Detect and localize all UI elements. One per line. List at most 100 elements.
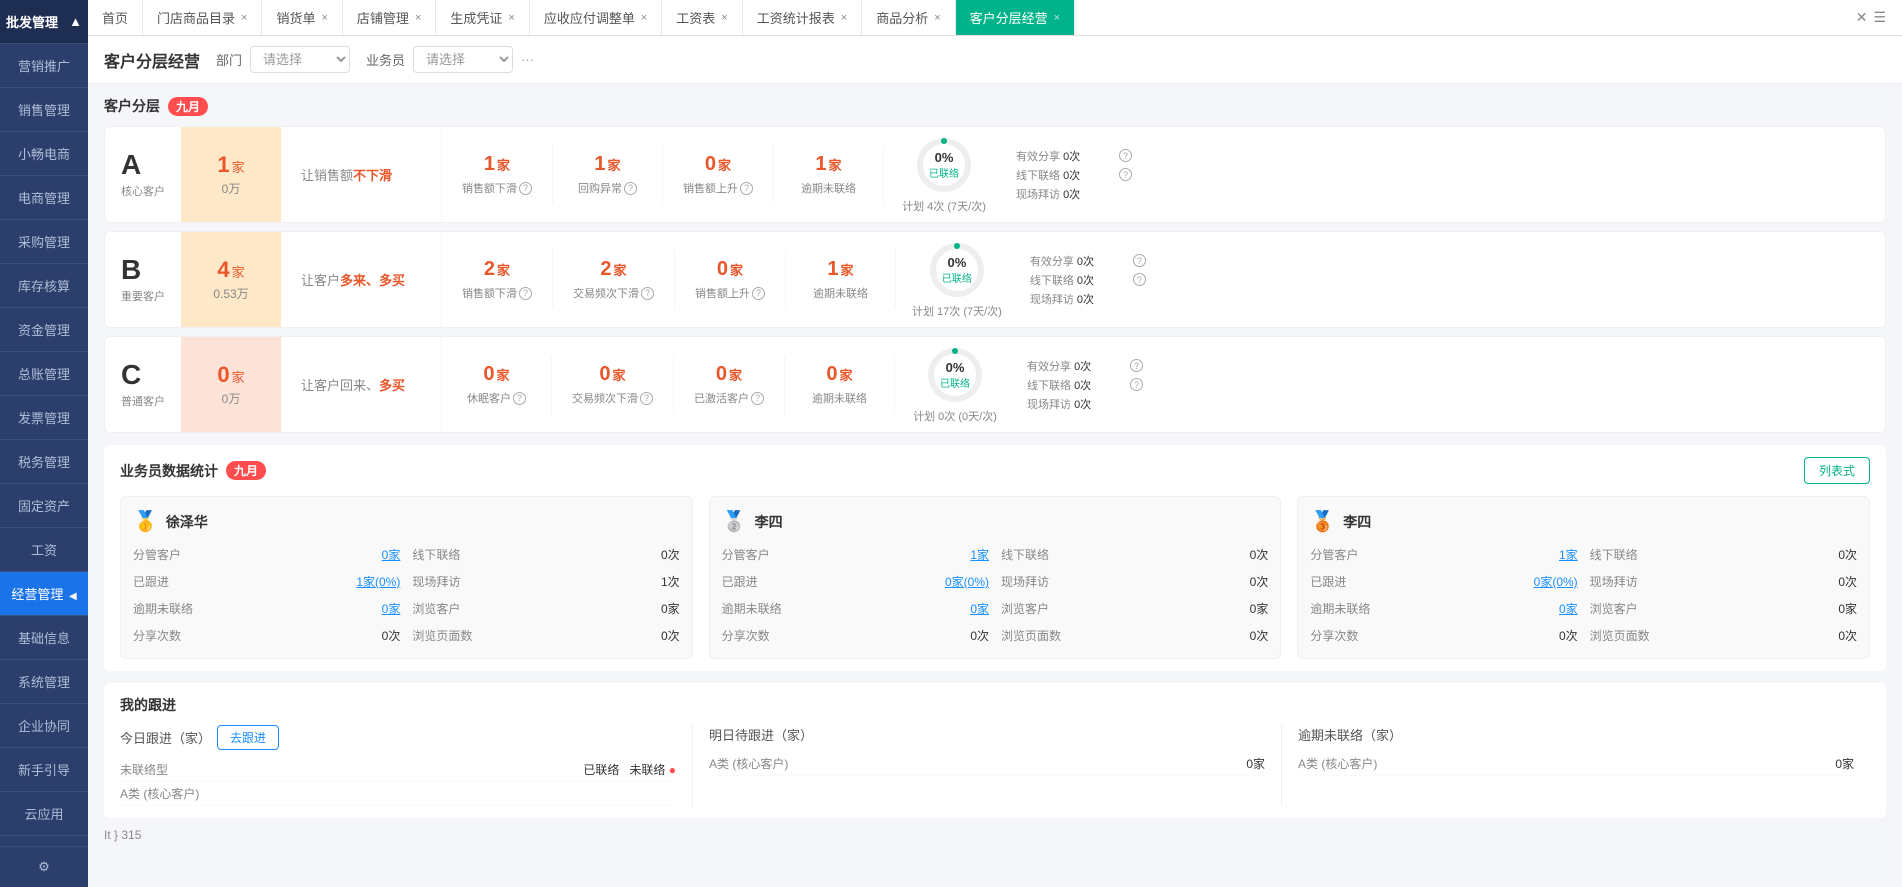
info-icon[interactable]: ? [751, 392, 764, 405]
tab-close-icon[interactable]: × [508, 12, 514, 24]
tab-store-products[interactable]: 门店商品目录 × [143, 0, 262, 35]
content-header: 客户分层经营 部门 请选择 业务员 请选择 ··· [88, 36, 1902, 84]
tab-actions: ✕ ☰ [1848, 9, 1894, 26]
tab-close-icon[interactable]: × [641, 12, 647, 24]
followup-col-tomorrow: 明日待跟进（家） A类 (核心客户) 0家 [693, 725, 1282, 806]
sidebar-item-finance[interactable]: 资金管理 [0, 308, 88, 352]
sidebar-item-guide[interactable]: 新手引导 [0, 748, 88, 792]
sidebar-item-purchase[interactable]: 采购管理 [0, 220, 88, 264]
biz-stats-header: 业务员数据统计 九月 列表式 [120, 457, 1870, 484]
info-icon[interactable]: ? [752, 287, 765, 300]
info-icon[interactable]: ? [519, 182, 532, 195]
dept-label: 部门 [216, 50, 242, 69]
sidebar-item-ecom[interactable]: 电商管理 [0, 176, 88, 220]
settings-icon[interactable]: ⚙ [38, 859, 50, 874]
info-icon[interactable]: ? [1130, 378, 1143, 391]
info-icon[interactable]: ? [1119, 168, 1132, 181]
sidebar-item-system[interactable]: 系统管理 [0, 660, 88, 704]
content-body: 客户分层 九月 A 核心客户 1 家 0万 让销售额 不下 [88, 84, 1902, 887]
tier-a-stat-3: 0家 销售额上升? [663, 145, 774, 204]
tab-ap-adjust[interactable]: 应收应付调整单 × [530, 0, 662, 35]
sidebar-arrow-icon: ◀ [69, 591, 77, 602]
info-icon[interactable]: ? [1133, 273, 1146, 286]
sidebar-item-marketing[interactable]: 营销推广 [0, 44, 88, 88]
sidebar-item-ecom-small[interactable]: 小畅电商 [0, 132, 88, 176]
tab-store-mgmt[interactable]: 店铺管理 × [343, 0, 436, 35]
filter-more-icon[interactable]: ··· [521, 52, 534, 67]
tab-bar: 首页 门店商品目录 × 销货单 × 店铺管理 × 生成凭证 × 应收应付调整单 … [88, 0, 1902, 36]
sidebar-item-operations[interactable]: 经营管理 ◀ [0, 572, 88, 616]
tab-customer-tier[interactable]: 客户分层经营 × [956, 0, 1075, 35]
info-icon[interactable]: ? [1133, 254, 1146, 267]
tier-b-stats: 2家 销售额下滑? 2家 交易频次下滑? 0家 销售额上升? 1家 逾期未联络 [441, 232, 1885, 327]
medal-gold-icon: 🥇 [133, 509, 158, 534]
followup-section: 我的跟进 今日跟进（家） 去跟进 未联络型 已联络 未联络 ● A类 (核心客户… [104, 683, 1886, 818]
tab-close-icon[interactable]: × [415, 12, 421, 24]
sidebar-item-inventory[interactable]: 库存核算 [0, 264, 88, 308]
tier-c-stat-2: 0家 交易频次下滑? [552, 355, 674, 414]
sidebar-item-basic-info[interactable]: 基础信息 [0, 616, 88, 660]
info-icon[interactable]: ? [641, 287, 654, 300]
tier-c-count-box: 0 家 0万 [181, 337, 281, 432]
tier-a-slogan: 让销售额 不下滑 [281, 127, 441, 222]
sidebar-top[interactable]: 批发管理 ▲ [0, 0, 88, 44]
medal-silver-icon: 🥈 [722, 509, 747, 534]
tier-card-a: A 核心客户 1 家 0万 让销售额 不下滑 1家 [104, 126, 1886, 223]
info-icon[interactable]: ? [1119, 149, 1132, 162]
sidebar-item-fixed-assets[interactable]: 固定资产 [0, 484, 88, 528]
goto-followup-button[interactable]: 去跟进 [217, 725, 279, 750]
sidebar-collapse-icon[interactable]: ▲ [69, 14, 82, 29]
sidebar-settings[interactable]: ⚙ [0, 846, 88, 887]
sidebar-item-ledger[interactable]: 总账管理 [0, 352, 88, 396]
tab-close-all-icon[interactable]: ✕ [1856, 9, 1868, 26]
tier-c-circle: 0% 已联络 计划 0次 (0天/次) [895, 337, 1015, 432]
sidebar-item-collab[interactable]: 企业协同 [0, 704, 88, 748]
tab-close-icon[interactable]: × [1054, 12, 1060, 24]
info-icon[interactable]: ? [519, 287, 532, 300]
tier-a-circle: 0% 已联络 计划 4次 (7天/次) [884, 127, 1004, 222]
tab-home[interactable]: 首页 [88, 0, 143, 35]
tab-close-icon[interactable]: × [321, 12, 327, 24]
tier-c-stat-3: 0家 已激活客户? [674, 355, 785, 414]
tab-close-icon[interactable]: × [721, 12, 727, 24]
info-icon[interactable]: ? [1130, 359, 1143, 372]
agent-name-1: 徐泽华 [166, 512, 208, 532]
info-icon[interactable]: ? [740, 182, 753, 195]
tab-sales-order[interactable]: 销货单 × [262, 0, 342, 35]
list-view-button[interactable]: 列表式 [1804, 457, 1870, 484]
sidebar-item-invoice[interactable]: 发票管理 [0, 396, 88, 440]
agent-select[interactable]: 请选择 [413, 46, 513, 73]
tier-c-stat-1: 0家 休眠客户? [442, 355, 552, 414]
tier-a-stats: 1家 销售额下滑? 1家 回购异常? 0家 销售额上升? 1家 逾期未联络 [441, 127, 1885, 222]
sidebar-item-payroll[interactable]: 工资 [0, 528, 88, 572]
tab-payroll-table[interactable]: 工资表 × [662, 0, 742, 35]
dept-filter: 部门 请选择 [216, 46, 350, 73]
sidebar-item-tax[interactable]: 税务管理 [0, 440, 88, 484]
followup-col-overdue: 逾期未联络（家） A类 (核心客户) 0家 [1282, 725, 1870, 806]
tab-close-icon[interactable]: × [241, 12, 247, 24]
biz-stats-section: 业务员数据统计 九月 列表式 🥇 徐泽华 分管客户 0家 [104, 445, 1886, 671]
tab-close-icon[interactable]: × [841, 12, 847, 24]
followup-title: 我的跟进 [120, 695, 1870, 715]
tier-c-right-info: 有效分享 0次 ? 线下联络 0次 ? 现场拜访 0次 [1015, 352, 1155, 418]
info-icon[interactable]: ? [624, 182, 637, 195]
info-icon[interactable]: ? [640, 392, 653, 405]
sidebar-item-cloud[interactable]: 云应用 [0, 792, 88, 836]
tab-menu-icon[interactable]: ☰ [1873, 9, 1886, 26]
biz-agent-card-3: 🥉 李四 分管客户 1家 线下联络 0次 已跟进 [1297, 496, 1870, 659]
agent-name-2: 李四 [755, 512, 783, 532]
tier-b-slogan: 让客户 多来、多买 [281, 232, 441, 327]
sidebar-item-sales[interactable]: 销售管理 [0, 88, 88, 132]
tab-product-analysis[interactable]: 商品分析 × [862, 0, 955, 35]
tier-a-label: A 核心客户 [105, 127, 181, 222]
tier-c-stats: 0家 休眠客户? 0家 交易频次下滑? 0家 已激活客户? 0家 逾期未联络 [441, 337, 1885, 432]
biz-agent-card-2: 🥈 李四 分管客户 1家 线下联络 0次 已跟进 [709, 496, 1282, 659]
tab-voucher[interactable]: 生成凭证 × [436, 0, 529, 35]
page-title: 客户分层经营 [104, 48, 200, 72]
tier-a-count-box: 1 家 0万 [181, 127, 281, 222]
tab-close-icon[interactable]: × [934, 12, 940, 24]
tab-payroll-report[interactable]: 工资统计报表 × [743, 0, 862, 35]
dept-select[interactable]: 请选择 [250, 46, 350, 73]
agent-3-stats-grid: 分管客户 1家 线下联络 0次 已跟进 0家(0%) 现场拜访 [1310, 544, 1857, 646]
info-icon[interactable]: ? [513, 392, 526, 405]
